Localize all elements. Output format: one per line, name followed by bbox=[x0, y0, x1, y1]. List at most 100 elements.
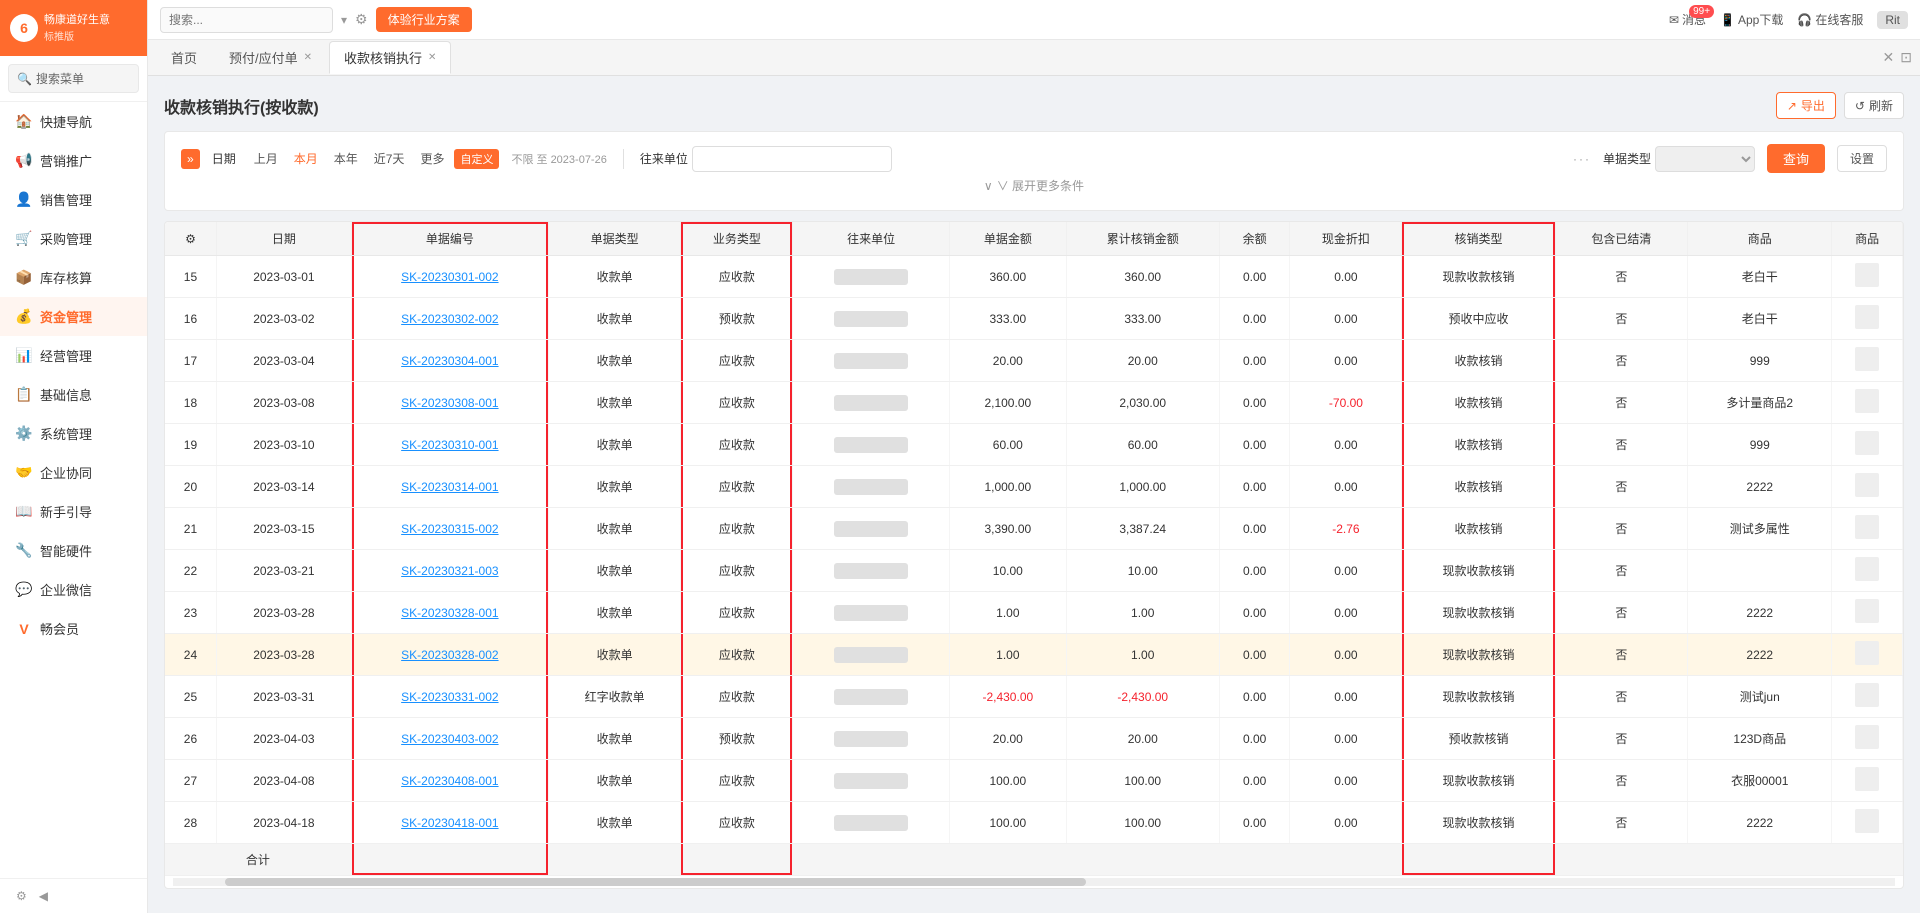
footer-doc-no bbox=[351, 844, 548, 876]
sidebar-item-guide[interactable]: 📖 新手引导 bbox=[0, 492, 147, 531]
td-no: 23 bbox=[165, 592, 216, 634]
td-discount: 0.00 bbox=[1290, 424, 1402, 466]
tab-prepay[interactable]: 预付/应付单 ✕ bbox=[214, 41, 327, 74]
td-balance: 0.00 bbox=[1219, 256, 1290, 298]
sidebar-item-member[interactable]: V 畅会员 bbox=[0, 609, 147, 648]
partner-input[interactable] bbox=[692, 146, 892, 172]
td-goods2 bbox=[1832, 550, 1903, 592]
close-window-icon[interactable]: ✕ bbox=[1883, 49, 1895, 66]
online-service-btn[interactable]: 🎧 在线客服 bbox=[1797, 11, 1863, 28]
expand-more-btn[interactable]: ∨ ∨ 展开更多条件 bbox=[181, 173, 1887, 198]
td-biz-type: 预收款 bbox=[681, 718, 793, 760]
topbar-right: ✉ 消息 99+ 📱 App下载 🎧 在线客服 Rit bbox=[1669, 11, 1908, 29]
tab-prepay-label: 预付/应付单 bbox=[229, 48, 298, 67]
td-doc-no: SK-20230328-001 bbox=[351, 592, 548, 634]
sidebar-item-corp[interactable]: 🤝 企业协同 bbox=[0, 453, 147, 492]
td-balance: 0.00 bbox=[1219, 298, 1290, 340]
sidebar-item-system[interactable]: ⚙️ 系统管理 bbox=[0, 414, 147, 453]
period-this-month[interactable]: 本月 bbox=[288, 148, 324, 169]
user-avatar[interactable]: Rit bbox=[1877, 11, 1908, 29]
sidebar-item-hardware[interactable]: 🔧 智能硬件 bbox=[0, 531, 147, 570]
td-date: 2023-03-14 bbox=[216, 466, 351, 508]
td-writeoff: 100.00 bbox=[1066, 802, 1219, 844]
headset-icon: 🎧 bbox=[1797, 13, 1812, 27]
table-row: 23 2023-03-28 SK-20230328-001 收款单 应收款 ██… bbox=[165, 592, 1903, 634]
td-writeoff-type: 现款收款核销 bbox=[1402, 256, 1555, 298]
tab-prepay-close[interactable]: ✕ bbox=[304, 52, 312, 63]
column-gear-icon[interactable]: ⚙ bbox=[185, 232, 196, 246]
period-this-year[interactable]: 本年 bbox=[328, 148, 364, 169]
period-7days[interactable]: 近7天 bbox=[368, 148, 411, 169]
td-balance: 0.00 bbox=[1219, 634, 1290, 676]
sidebar-item-finance[interactable]: 💰 资金管理 bbox=[0, 297, 147, 336]
sidebar-logo: 6 畅康道好生意 标推版 bbox=[0, 0, 147, 56]
td-balance: 0.00 bbox=[1219, 718, 1290, 760]
td-discount: 0.00 bbox=[1290, 256, 1402, 298]
sidebar-item-sales[interactable]: 👤 销售管理 bbox=[0, 180, 147, 219]
td-amount: 333.00 bbox=[950, 298, 1067, 340]
setting-btn[interactable]: 设置 bbox=[1837, 145, 1887, 172]
td-balance: 0.00 bbox=[1219, 676, 1290, 718]
operations-icon: 📊 bbox=[16, 348, 32, 364]
td-writeoff-type: 收款核销 bbox=[1402, 508, 1555, 550]
refresh-btn[interactable]: ↺ 刷新 bbox=[1844, 92, 1904, 119]
topbar-gear-icon[interactable]: ⚙ bbox=[355, 11, 368, 28]
td-date: 2023-04-03 bbox=[216, 718, 351, 760]
sidebar-item-quicknav[interactable]: 🏠 快捷导航 bbox=[0, 102, 147, 141]
td-no: 25 bbox=[165, 676, 216, 718]
table-header-row: ⚙ 日期 单据编号 单据类型 业务类型 往来单位 单据金额 累计核销金额 余额 … bbox=[165, 222, 1903, 256]
td-biz-type: 应收款 bbox=[681, 424, 793, 466]
filter-toggle-btn[interactable]: » bbox=[181, 149, 200, 169]
tab-home[interactable]: 首页 bbox=[156, 41, 212, 74]
td-goods: 999 bbox=[1688, 424, 1832, 466]
td-doc-type: 收款单 bbox=[548, 802, 681, 844]
td-doc-no: SK-20230301-002 bbox=[351, 256, 548, 298]
tab-receipt-close[interactable]: ✕ bbox=[428, 52, 436, 63]
td-date: 2023-03-28 bbox=[216, 634, 351, 676]
export-btn[interactable]: ↗ 导出 bbox=[1776, 92, 1836, 119]
solution-btn[interactable]: 体验行业方案 bbox=[376, 7, 472, 32]
td-goods2 bbox=[1832, 508, 1903, 550]
hardware-icon: 🔧 bbox=[16, 543, 32, 559]
topbar-search-input[interactable] bbox=[160, 7, 333, 33]
period-more[interactable]: 更多 bbox=[414, 148, 450, 169]
table-row: 18 2023-03-08 SK-20230308-001 收款单 应收款 ██… bbox=[165, 382, 1903, 424]
filter-more-dots[interactable]: ··· bbox=[1573, 152, 1591, 166]
period-last-month[interactable]: 上月 bbox=[248, 148, 284, 169]
custom-period-btn[interactable]: 自定义 bbox=[454, 149, 499, 169]
type-select[interactable] bbox=[1655, 146, 1755, 172]
td-writeoff: -2,430.00 bbox=[1066, 676, 1219, 718]
sidebar-item-wechat[interactable]: 💬 企业微信 bbox=[0, 570, 147, 609]
sidebar-item-operations[interactable]: 📊 经营管理 bbox=[0, 336, 147, 375]
collapse-icon[interactable]: ◀ bbox=[39, 889, 48, 903]
table-row: 16 2023-03-02 SK-20230302-002 收款单 预收款 ██… bbox=[165, 298, 1903, 340]
td-goods: 2222 bbox=[1688, 634, 1832, 676]
settings-icon[interactable]: ⚙ bbox=[16, 889, 27, 903]
th-writeoff-type: 核销类型 bbox=[1402, 222, 1555, 256]
table-row: 20 2023-03-14 SK-20230314-001 收款单 应收款 ██… bbox=[165, 466, 1903, 508]
topbar-dropdown-arrow[interactable]: ▾ bbox=[341, 13, 347, 27]
td-balance: 0.00 bbox=[1219, 802, 1290, 844]
sidebar-item-basic[interactable]: 📋 基础信息 bbox=[0, 375, 147, 414]
search-menu-btn[interactable]: 🔍 搜索菜单 bbox=[8, 64, 139, 93]
sidebar-item-purchase[interactable]: 🛒 采购管理 bbox=[0, 219, 147, 258]
query-btn[interactable]: 查询 bbox=[1767, 144, 1825, 173]
td-discount: 0.00 bbox=[1290, 466, 1402, 508]
main-area: ▾ ⚙ 体验行业方案 ✉ 消息 99+ 📱 App下载 🎧 在线客服 Rit 首… bbox=[148, 0, 1920, 913]
td-doc-no: SK-20230308-001 bbox=[351, 382, 548, 424]
td-writeoff-type: 现款收款核销 bbox=[1402, 676, 1555, 718]
tab-receipt[interactable]: 收款核销执行 ✕ bbox=[329, 41, 451, 74]
td-discount: 0.00 bbox=[1290, 634, 1402, 676]
td-doc-no: SK-20230418-001 bbox=[351, 802, 548, 844]
tab-bar: 首页 预付/应付单 ✕ 收款核销执行 ✕ ✕ ⊡ bbox=[148, 40, 1920, 76]
basic-icon: 📋 bbox=[16, 387, 32, 403]
sidebar-item-label: 采购管理 bbox=[40, 229, 92, 248]
messages-btn[interactable]: ✉ 消息 99+ bbox=[1669, 11, 1706, 28]
td-biz-type: 应收款 bbox=[681, 340, 793, 382]
footer-partner bbox=[793, 844, 950, 876]
sidebar-item-inventory[interactable]: 📦 库存核算 bbox=[0, 258, 147, 297]
footer-goods2 bbox=[1832, 844, 1903, 876]
maximize-icon[interactable]: ⊡ bbox=[1900, 49, 1912, 66]
sidebar-item-marketing[interactable]: 📢 营销推广 bbox=[0, 141, 147, 180]
app-download-btn[interactable]: 📱 App下载 bbox=[1720, 11, 1783, 28]
